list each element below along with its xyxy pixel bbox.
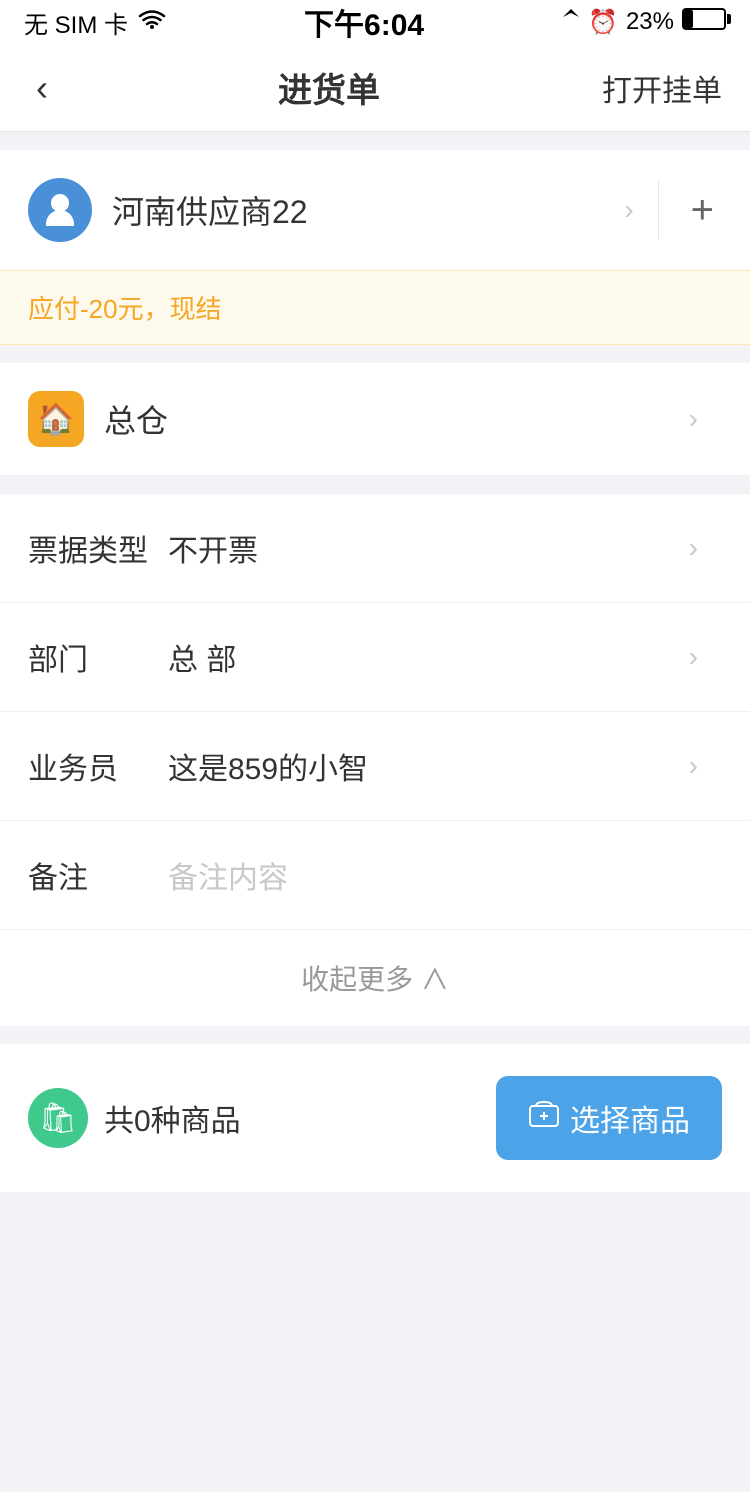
battery-icon bbox=[682, 8, 726, 37]
battery-percent: 23% bbox=[626, 8, 674, 36]
product-count-wrap: 🛍 共0种商品 bbox=[28, 1088, 241, 1148]
status-bar: 无 SIM 卡 下午6:04 ⏰ 23% bbox=[0, 0, 750, 44]
select-product-label: 选择商品 bbox=[570, 1096, 690, 1140]
supplier-avatar bbox=[28, 178, 92, 242]
section-divider-3 bbox=[0, 475, 750, 493]
warehouse-icon-wrap: 🏠 bbox=[28, 391, 84, 447]
page-title: 进货单 bbox=[278, 63, 380, 112]
page-background bbox=[0, 1192, 750, 1492]
ticket-type-chevron-icon: › bbox=[689, 532, 698, 564]
product-count-label: 共0种商品 bbox=[104, 1096, 241, 1140]
open-pending-button[interactable]: 打开挂单 bbox=[602, 66, 722, 110]
section-divider-1 bbox=[0, 132, 750, 150]
warehouse-card: 🏠 总仓 › bbox=[0, 363, 750, 475]
carrier-label: 无 SIM 卡 bbox=[24, 5, 128, 40]
status-left: 无 SIM 卡 bbox=[24, 5, 166, 40]
salesperson-chevron-icon: › bbox=[689, 750, 698, 782]
wifi-icon bbox=[138, 8, 166, 36]
notice-banner: 应付-20元，现结 bbox=[0, 270, 750, 345]
nav-bar: ‹ 进货单 打开挂单 bbox=[0, 44, 750, 132]
supplier-name: 河南供应商22 bbox=[112, 187, 624, 233]
salesperson-row[interactable]: 业务员 这是859的小智 › bbox=[0, 711, 750, 820]
product-icon: 🛍 bbox=[39, 1101, 77, 1136]
remark-row[interactable]: 备注 备注内容 bbox=[0, 820, 750, 929]
supplier-row[interactable]: 河南供应商22 › + bbox=[0, 150, 750, 270]
warehouse-label: 总仓 bbox=[104, 396, 689, 442]
supplier-card: 河南供应商22 › + 应付-20元，现结 bbox=[0, 150, 750, 345]
department-row[interactable]: 部门 总 部 › bbox=[0, 602, 750, 711]
warehouse-row[interactable]: 🏠 总仓 › bbox=[0, 363, 750, 475]
collapse-label: 收起更多 ∧ bbox=[301, 958, 449, 998]
product-icon-wrap: 🛍 bbox=[28, 1088, 88, 1148]
salesperson-value: 这是859的小智 bbox=[168, 744, 689, 788]
bottom-section: 🛍 共0种商品 选择商品 bbox=[0, 1044, 750, 1192]
add-supplier-button[interactable]: + bbox=[683, 180, 722, 241]
vertical-divider bbox=[658, 180, 659, 240]
select-product-button[interactable]: 选择商品 bbox=[496, 1076, 722, 1160]
salesperson-key: 业务员 bbox=[28, 744, 168, 788]
status-right: ⏰ 23% bbox=[562, 8, 726, 37]
back-button[interactable]: ‹ bbox=[28, 59, 56, 117]
alarm-icon: ⏰ bbox=[588, 8, 618, 37]
warehouse-chevron-icon: › bbox=[689, 403, 698, 435]
form-card: 票据类型 不开票 › 部门 总 部 › 业务员 这是859的小智 › 备注 备注… bbox=[0, 493, 750, 1026]
ticket-type-key: 票据类型 bbox=[28, 526, 168, 570]
location-icon bbox=[562, 8, 580, 37]
ticket-type-value: 不开票 bbox=[168, 526, 689, 570]
department-chevron-icon: › bbox=[689, 641, 698, 673]
section-divider-2 bbox=[0, 345, 750, 363]
ticket-type-row[interactable]: 票据类型 不开票 › bbox=[0, 493, 750, 602]
status-time: 下午6:04 bbox=[304, 0, 424, 44]
department-value: 总 部 bbox=[168, 635, 689, 679]
collapse-toggle[interactable]: 收起更多 ∧ bbox=[0, 929, 750, 1026]
warehouse-icon: 🏠 bbox=[37, 402, 74, 437]
remark-key: 备注 bbox=[28, 853, 168, 897]
select-product-icon bbox=[528, 1100, 560, 1136]
person-icon bbox=[44, 194, 76, 226]
supplier-chevron-icon: › bbox=[624, 194, 633, 226]
remark-value: 备注内容 bbox=[168, 853, 722, 897]
department-key: 部门 bbox=[28, 635, 168, 679]
